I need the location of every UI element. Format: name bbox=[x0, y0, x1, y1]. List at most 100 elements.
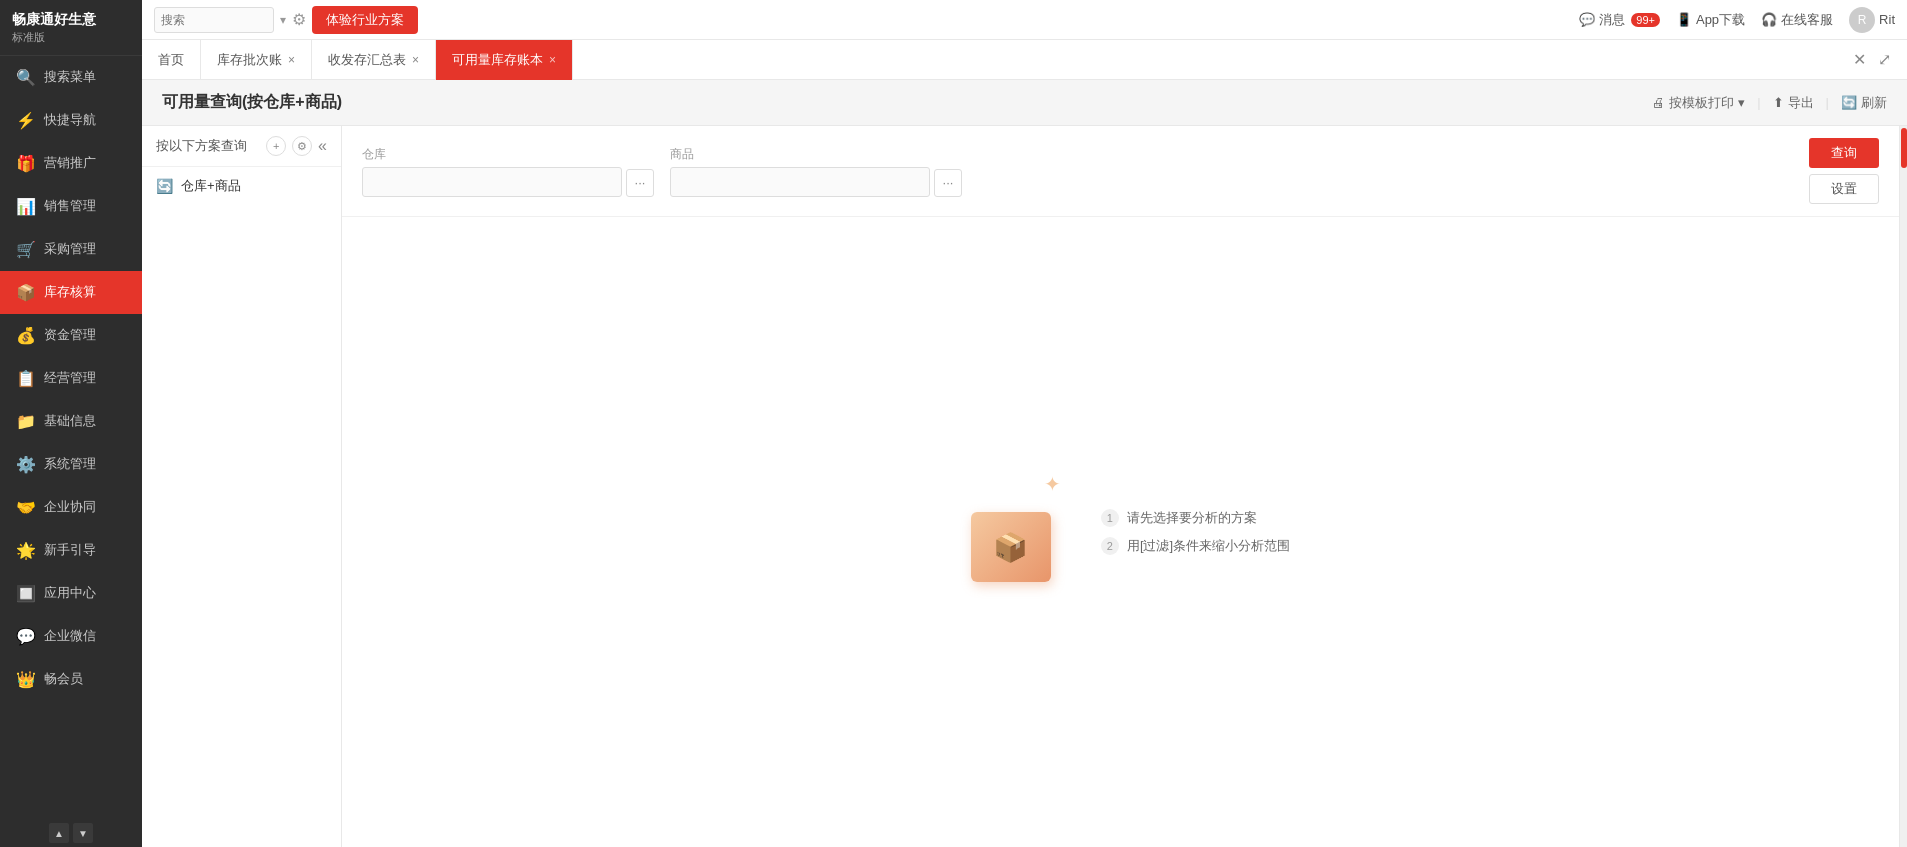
sidebar-item-label: 采购管理 bbox=[44, 240, 96, 258]
sidebar-item-marketing[interactable]: 🎁 营销推广 bbox=[0, 142, 142, 185]
chevron-down-icon[interactable]: ▾ bbox=[280, 13, 286, 27]
sidebar-item-corp[interactable]: 🤝 企业协同 bbox=[0, 486, 142, 529]
print-button[interactable]: 🖨 按模板打印 ▾ bbox=[1652, 94, 1745, 112]
sidebar-item-sales[interactable]: 📊 销售管理 bbox=[0, 185, 142, 228]
print-icon: 🖨 bbox=[1652, 95, 1665, 110]
sidebar-menu: 🔍 搜索菜单 ⚡ 快捷导航 🎁 营销推广 📊 销售管理 🛒 采购管理 📦 库存核… bbox=[0, 56, 142, 819]
goods-input[interactable] bbox=[670, 167, 930, 197]
sidebar-item-basic[interactable]: 📁 基础信息 bbox=[0, 400, 142, 443]
message-button[interactable]: 💬 消息 99+ bbox=[1579, 11, 1660, 29]
filter-header-actions: + ⚙ « bbox=[266, 136, 327, 156]
sidebar-item-member[interactable]: 👑 畅会员 bbox=[0, 658, 142, 701]
divider1: | bbox=[1757, 95, 1760, 110]
export-button[interactable]: ⬆ 导出 bbox=[1773, 94, 1814, 112]
basic-icon: 📁 bbox=[16, 412, 36, 431]
warehouse-label: 仓库 bbox=[362, 146, 654, 163]
sidebar-item-newbie[interactable]: 🌟 新手引导 bbox=[0, 529, 142, 572]
headset-icon: 🎧 bbox=[1761, 12, 1777, 27]
filter-item-label: 仓库+商品 bbox=[181, 177, 241, 195]
sidebar-item-finance[interactable]: 💰 资金管理 bbox=[0, 314, 142, 357]
sidebar-item-label: 快捷导航 bbox=[44, 111, 96, 129]
sidebar-item-operations[interactable]: 📋 经营管理 bbox=[0, 357, 142, 400]
online-service-button[interactable]: 🎧 在线客服 bbox=[1761, 11, 1833, 29]
filter-header-label: 按以下方案查询 bbox=[156, 137, 247, 155]
page-header-actions: 🖨 按模板打印 ▾ | ⬆ 导出 | 🔄 刷新 bbox=[1652, 94, 1887, 112]
sidebar-item-search[interactable]: 🔍 搜索菜单 bbox=[0, 56, 142, 99]
scroll-down-button[interactable]: ▼ bbox=[73, 823, 93, 843]
hint-num-2: 2 bbox=[1101, 537, 1119, 555]
page-title: 可用量查询(按仓库+商品) bbox=[162, 92, 342, 113]
sidebar-item-appstore[interactable]: 🔲 应用中心 bbox=[0, 572, 142, 615]
sidebar-scroll-controls: ▲ ▼ bbox=[0, 819, 142, 847]
app-title: 畅康通好生意 bbox=[12, 10, 130, 30]
tab-available-ledger[interactable]: 可用量库存账本 × bbox=[436, 40, 573, 80]
sidebar: 畅康通好生意 标准版 🔍 搜索菜单 ⚡ 快捷导航 🎁 营销推广 📊 销售管理 🛒… bbox=[0, 0, 142, 847]
filter-collapse-button[interactable]: « bbox=[318, 137, 327, 155]
filter-settings-button[interactable]: ⚙ bbox=[292, 136, 312, 156]
search-input[interactable] bbox=[154, 7, 274, 33]
tab-maximize-button[interactable]: ⤢ bbox=[1874, 46, 1895, 73]
finance-icon: 💰 bbox=[16, 326, 36, 345]
marketing-icon: 🎁 bbox=[16, 154, 36, 173]
trial-button[interactable]: 体验行业方案 bbox=[312, 6, 418, 34]
tab-available-ledger-close[interactable]: × bbox=[549, 54, 556, 66]
hint-text-1: 请先选择要分析的方案 bbox=[1127, 509, 1257, 527]
scroll-up-button[interactable]: ▲ bbox=[49, 823, 69, 843]
app-subtitle: 标准版 bbox=[12, 30, 130, 45]
sidebar-item-system[interactable]: ⚙️ 系统管理 bbox=[0, 443, 142, 486]
warehouse-more-button[interactable]: ··· bbox=[626, 169, 654, 197]
goods-more-button[interactable]: ··· bbox=[934, 169, 962, 197]
sidebar-item-label: 经营管理 bbox=[44, 369, 96, 387]
filter-panel: 按以下方案查询 + ⚙ « 🔄 仓库+商品 bbox=[142, 126, 342, 847]
box-face-icon: 📦 bbox=[993, 531, 1028, 564]
sidebar-item-purchase[interactable]: 🛒 采购管理 bbox=[0, 228, 142, 271]
filter-item-warehouse-goods[interactable]: 🔄 仓库+商品 bbox=[142, 167, 341, 205]
sidebar-item-label: 企业协同 bbox=[44, 498, 96, 516]
hint-item-1: 1 请先选择要分析的方案 bbox=[1101, 509, 1290, 527]
query-fields-row: 仓库 ··· 商品 ··· 查询 设置 bbox=[342, 126, 1899, 217]
tab-batch-accounts[interactable]: 库存批次账 × bbox=[201, 40, 312, 80]
refresh-button[interactable]: 🔄 刷新 bbox=[1841, 94, 1887, 112]
tab-home-label: 首页 bbox=[158, 51, 184, 69]
operations-icon: 📋 bbox=[16, 369, 36, 388]
query-settings-button[interactable]: 设置 bbox=[1809, 174, 1879, 204]
tab-receive-summary-close[interactable]: × bbox=[412, 54, 419, 66]
empty-state: ✦ 📦 1 请先选择要分析的方案 2 用[过滤]条件来缩小分析 bbox=[342, 217, 1899, 847]
sidebar-item-label: 新手引导 bbox=[44, 541, 96, 559]
tab-close-button[interactable]: ✕ bbox=[1849, 46, 1870, 73]
tab-batch-accounts-close[interactable]: × bbox=[288, 54, 295, 66]
tab-home[interactable]: 首页 bbox=[142, 40, 201, 80]
tab-bar: 首页 库存批次账 × 收发存汇总表 × 可用量库存账本 × ✕ ⤢ bbox=[142, 40, 1907, 80]
empty-state-content: ✦ 📦 1 请先选择要分析的方案 2 用[过滤]条件来缩小分析 bbox=[951, 472, 1290, 592]
purchase-icon: 🛒 bbox=[16, 240, 36, 259]
filter-add-button[interactable]: + bbox=[266, 136, 286, 156]
sidebar-item-label: 基础信息 bbox=[44, 412, 96, 430]
query-area: 仓库 ··· 商品 ··· 查询 设置 bbox=[342, 126, 1899, 847]
right-scrollbar[interactable] bbox=[1899, 126, 1907, 847]
inventory-icon: 📦 bbox=[16, 283, 36, 302]
print-label: 按模板打印 bbox=[1669, 94, 1734, 112]
empty-hints: 1 请先选择要分析的方案 2 用[过滤]条件来缩小分析范围 bbox=[1101, 509, 1290, 555]
warehouse-input[interactable] bbox=[362, 167, 622, 197]
sidebar-item-inventory[interactable]: 📦 库存核算 bbox=[0, 271, 142, 314]
query-button[interactable]: 查询 bbox=[1809, 138, 1879, 168]
sales-icon: 📊 bbox=[16, 197, 36, 216]
sidebar-item-corpwechat[interactable]: 💬 企业微信 bbox=[0, 615, 142, 658]
tab-available-ledger-label: 可用量库存账本 bbox=[452, 51, 543, 69]
export-label: 导出 bbox=[1788, 94, 1814, 112]
settings-icon[interactable]: ⚙ bbox=[292, 10, 306, 29]
top-bar: ▾ ⚙ 体验行业方案 💬 消息 99+ 📱 App下载 🎧 在线客服 R Rit bbox=[142, 0, 1907, 40]
message-badge: 99+ bbox=[1631, 13, 1660, 27]
main-area: ▾ ⚙ 体验行业方案 💬 消息 99+ 📱 App下载 🎧 在线客服 R Rit bbox=[142, 0, 1907, 847]
tab-receive-summary-label: 收发存汇总表 bbox=[328, 51, 406, 69]
app-download-button[interactable]: 📱 App下载 bbox=[1676, 11, 1745, 29]
user-profile[interactable]: R Rit bbox=[1849, 7, 1895, 33]
app-logo: 畅康通好生意 标准版 bbox=[0, 0, 142, 56]
appstore-icon: 🔲 bbox=[16, 584, 36, 603]
tab-batch-accounts-label: 库存批次账 bbox=[217, 51, 282, 69]
sidebar-item-shortcut[interactable]: ⚡ 快捷导航 bbox=[0, 99, 142, 142]
tab-receive-summary[interactable]: 收发存汇总表 × bbox=[312, 40, 436, 80]
content-area: 按以下方案查询 + ⚙ « 🔄 仓库+商品 仓库 ··· bbox=[142, 126, 1907, 847]
scrollbar-handle[interactable] bbox=[1901, 128, 1907, 168]
shortcut-icon: ⚡ bbox=[16, 111, 36, 130]
